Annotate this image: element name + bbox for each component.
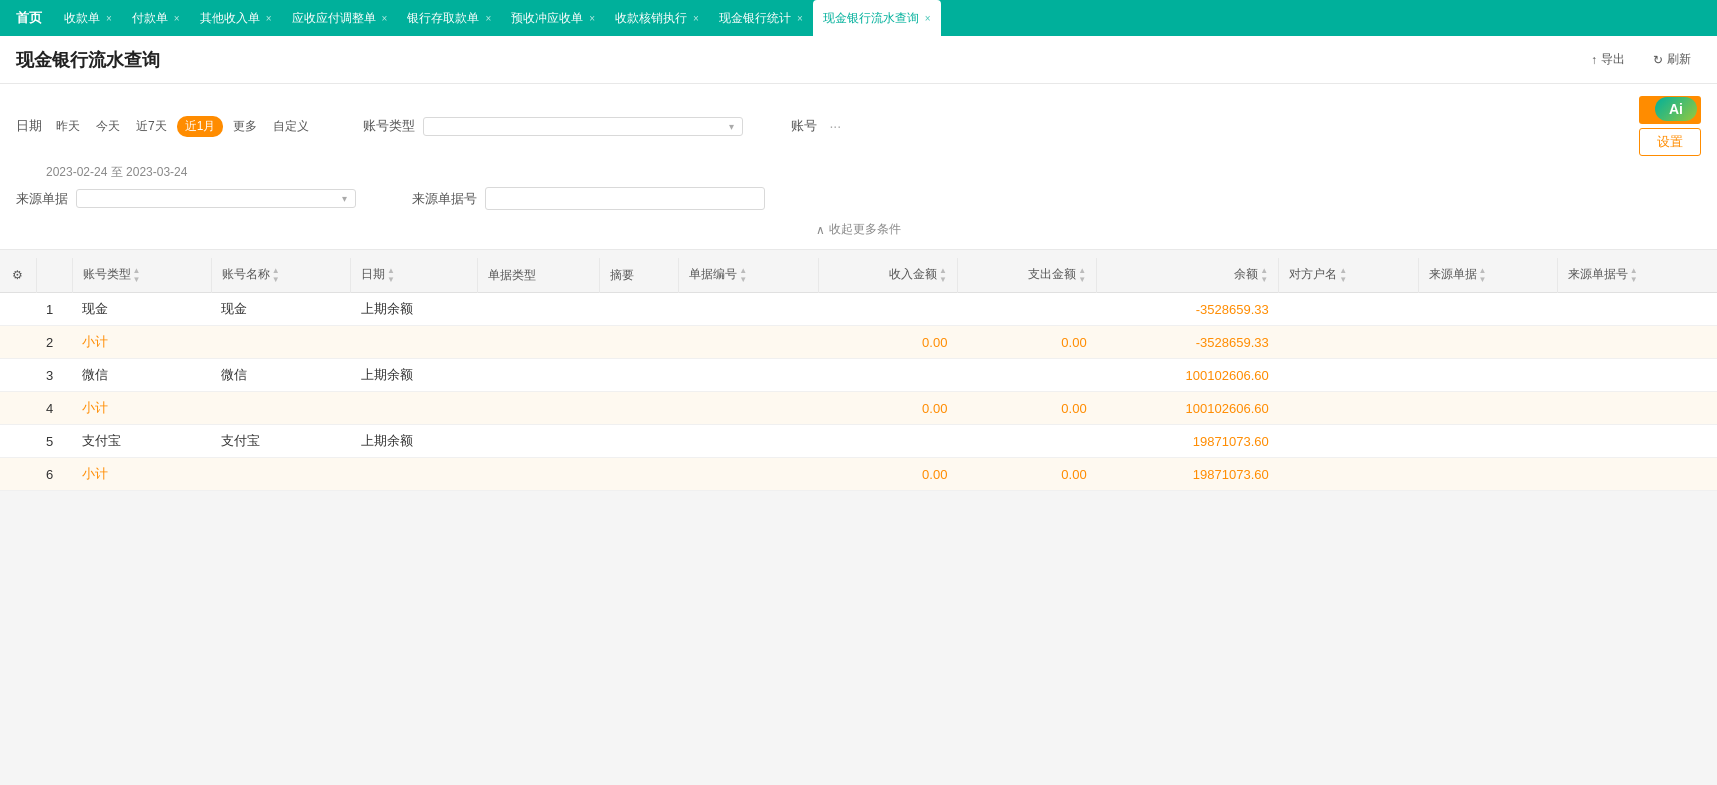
date-custom[interactable]: 自定义 <box>267 116 315 137</box>
chevron-down-icon: ▾ <box>729 121 734 132</box>
source-doc-group: 来源单据 ▾ <box>16 189 356 208</box>
page-header: 现金银行流水查询 ↑ 导出 ↻ 刷新 <box>0 36 1717 84</box>
export-button[interactable]: ↑ 导出 <box>1581 47 1635 72</box>
col-source-doc-no[interactable]: 来源单据号▲▼ <box>1557 258 1717 293</box>
export-icon: ↑ <box>1591 53 1597 67</box>
col-date[interactable]: 日期▲▼ <box>351 258 478 293</box>
close-icon[interactable]: × <box>589 13 595 24</box>
table-row: 3微信微信上期余额100102606.60 <box>0 359 1717 392</box>
ai-badge[interactable]: Ai <box>1655 97 1697 121</box>
source-doc-select[interactable]: ▾ <box>76 189 356 208</box>
close-icon[interactable]: × <box>382 13 388 24</box>
close-icon[interactable]: × <box>106 13 112 24</box>
nav-tab-8[interactable]: 现金银行流水查询 × <box>813 0 941 36</box>
collapse-icon: ∧ <box>816 223 825 237</box>
date-7days[interactable]: 近7天 <box>130 116 173 137</box>
close-icon[interactable]: × <box>266 13 272 24</box>
table-header-row: ⚙ 账号类型▲▼ 账号名称▲▼ 日期▲▼ 单据类型 摘要 单据编号▲▼ 收入金额… <box>0 258 1717 293</box>
nav-tab-2[interactable]: 其他收入单 × <box>190 0 282 36</box>
collapse-row: ∧ 收起更多条件 <box>16 218 1701 241</box>
account-type-label: 账号类型 <box>363 117 415 135</box>
col-doc-no[interactable]: 单据编号▲▼ <box>679 258 818 293</box>
table-row: 6小计0.000.0019871073.60 <box>0 458 1717 491</box>
nav-tab-5[interactable]: 预收冲应收单 × <box>501 0 605 36</box>
refresh-button[interactable]: ↻ 刷新 <box>1643 47 1701 72</box>
filter-area: 日期 昨天 今天 近7天 近1月 更多 自定义 账号类型 ▾ 账号 ··· <box>0 84 1717 250</box>
date-more[interactable]: 更多 <box>227 116 263 137</box>
nav-tab-3[interactable]: 应收应付调整单 × <box>282 0 398 36</box>
nav-tab-7[interactable]: 现金银行统计 × <box>709 0 813 36</box>
nav-tab-4[interactable]: 银行存取款单 × <box>397 0 501 36</box>
page-title: 现金银行流水查询 <box>16 48 160 72</box>
close-icon[interactable]: × <box>174 13 180 24</box>
settings-button[interactable]: 设置 <box>1639 128 1701 156</box>
filter-row-1: 日期 昨天 今天 近7天 近1月 更多 自定义 账号类型 ▾ 账号 ··· <box>16 96 1701 156</box>
col-account-type[interactable]: 账号类型▲▼ <box>72 258 211 293</box>
top-nav: 首页 收款单 × 付款单 × 其他收入单 × 应收应付调整单 × 银行存取款单 … <box>0 0 1717 36</box>
col-account-name[interactable]: 账号名称▲▼ <box>211 258 350 293</box>
filter-row-2: 来源单据 ▾ 来源单据号 <box>16 187 1701 210</box>
account-type-select[interactable]: ▾ <box>423 117 743 136</box>
col-income[interactable]: 收入金额▲▼ <box>818 258 957 293</box>
account-label: 账号 <box>791 117 817 135</box>
close-icon[interactable]: × <box>693 13 699 24</box>
close-icon[interactable]: × <box>797 13 803 24</box>
col-gear[interactable]: ⚙ <box>0 258 36 293</box>
close-icon[interactable]: × <box>485 13 491 24</box>
date-range-text: 2023-02-24 至 2023-03-24 <box>46 165 187 179</box>
date-today[interactable]: 今天 <box>90 116 126 137</box>
date-label: 日期 <box>16 117 42 135</box>
table-row: 4小计0.000.00100102606.60 <box>0 392 1717 425</box>
table-row: 2小计0.000.00-3528659.33 <box>0 326 1717 359</box>
date-1month[interactable]: 近1月 <box>177 116 224 137</box>
date-shortcuts: 昨天 今天 近7天 近1月 更多 自定义 <box>50 116 315 137</box>
col-summary: 摘要 <box>599 258 678 293</box>
col-expense[interactable]: 支出金额▲▼ <box>957 258 1096 293</box>
account-more-icon[interactable]: ··· <box>825 118 845 134</box>
account-group: 账号 ··· <box>791 117 845 135</box>
collapse-button[interactable]: ∧ 收起更多条件 <box>804 218 913 241</box>
refresh-icon: ↻ <box>1653 53 1663 67</box>
date-filter-group: 日期 昨天 今天 近7天 近1月 更多 自定义 <box>16 116 315 137</box>
data-table: ⚙ 账号类型▲▼ 账号名称▲▼ 日期▲▼ 单据类型 摘要 单据编号▲▼ 收入金额… <box>0 258 1717 491</box>
header-actions: ↑ 导出 ↻ 刷新 <box>1581 47 1701 72</box>
col-source-doc[interactable]: 来源单据▲▼ <box>1418 258 1557 293</box>
account-type-group: 账号类型 ▾ <box>363 117 743 136</box>
source-doc-label: 来源单据 <box>16 190 68 208</box>
source-doc-no-label: 来源单据号 <box>412 190 477 208</box>
source-doc-no-group: 来源单据号 <box>412 187 765 210</box>
date-yesterday[interactable]: 昨天 <box>50 116 86 137</box>
col-counterparty[interactable]: 对方户名▲▼ <box>1279 258 1418 293</box>
nav-tab-0[interactable]: 收款单 × <box>54 0 122 36</box>
table-row: 5支付宝支付宝上期余额19871073.60 <box>0 425 1717 458</box>
source-doc-no-input[interactable] <box>485 187 765 210</box>
table-row: 1现金现金上期余额-3528659.33 <box>0 293 1717 326</box>
col-doc-type: 单据类型 <box>478 258 600 293</box>
col-balance[interactable]: 余额▲▼ <box>1097 258 1279 293</box>
close-icon[interactable]: × <box>925 13 931 24</box>
col-index <box>36 258 72 293</box>
chevron-down-icon: ▾ <box>342 193 347 204</box>
nav-tab-1[interactable]: 付款单 × <box>122 0 190 36</box>
table-container: ⚙ 账号类型▲▼ 账号名称▲▼ 日期▲▼ 单据类型 摘要 单据编号▲▼ 收入金额… <box>0 258 1717 491</box>
nav-home[interactable]: 首页 <box>4 9 54 27</box>
nav-tab-6[interactable]: 收款核销执行 × <box>605 0 709 36</box>
